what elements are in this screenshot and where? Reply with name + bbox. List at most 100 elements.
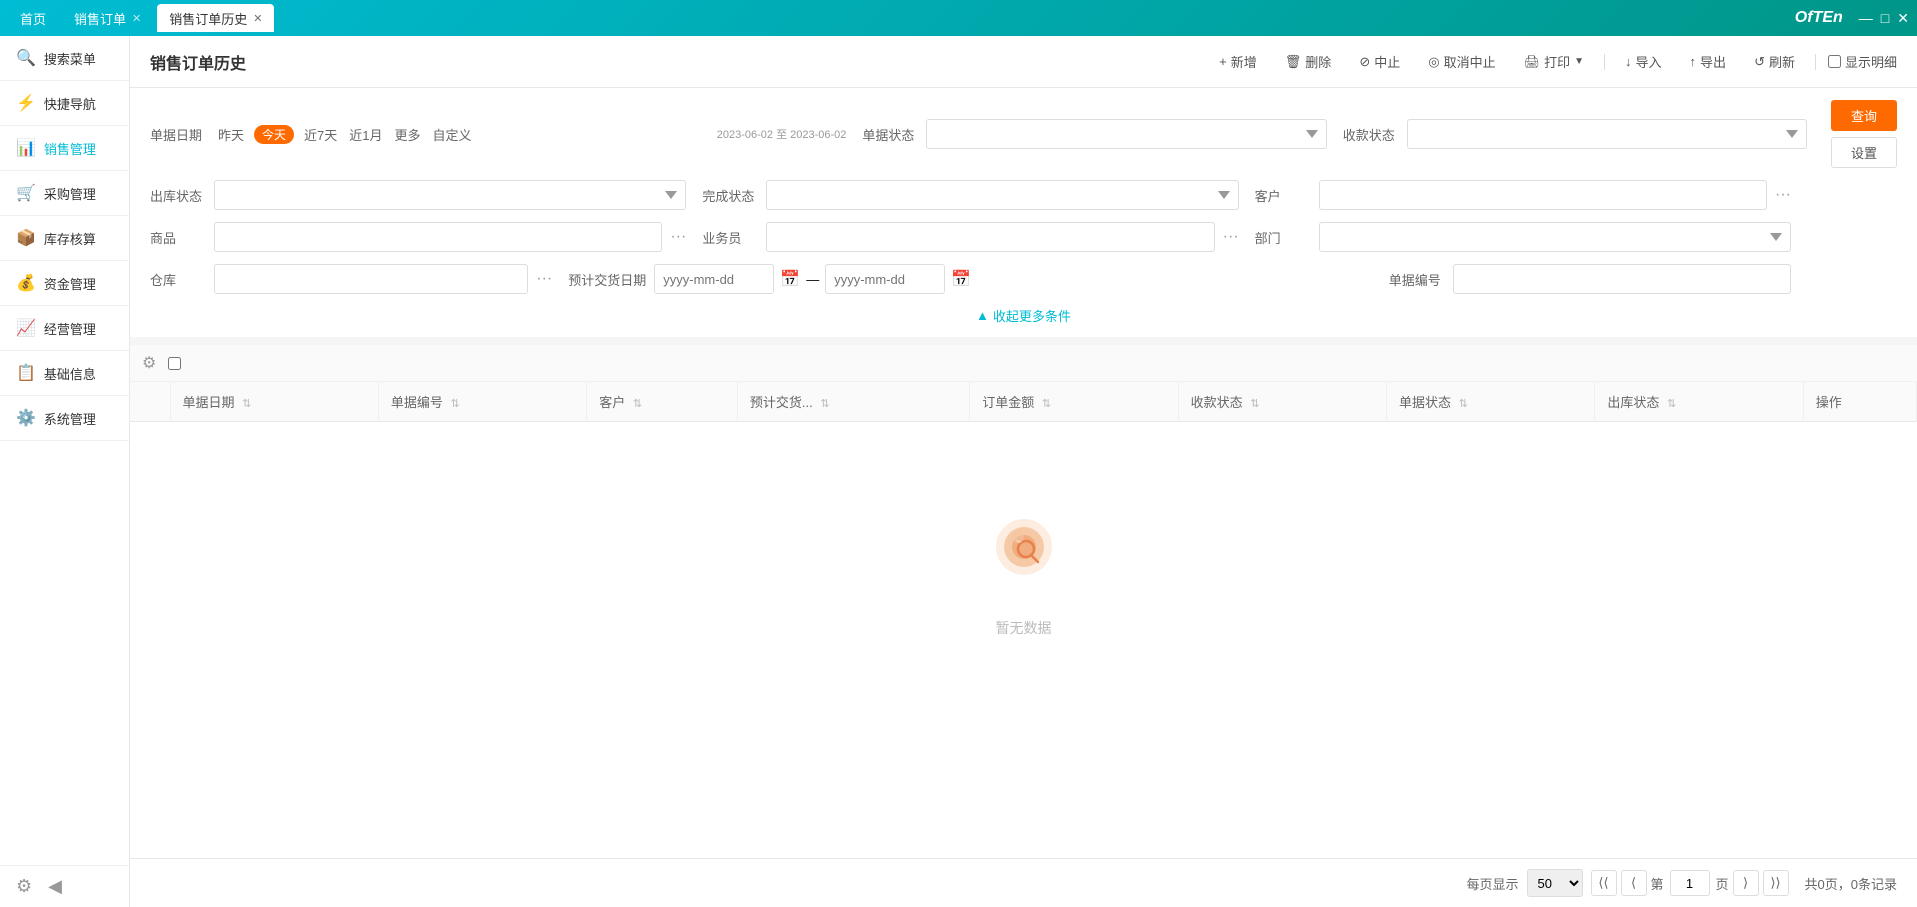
sidebar-collapse-icon[interactable]: ◀ xyxy=(48,876,62,897)
sidebar-item-system-mgmt[interactable]: ⚙️ 系统管理 xyxy=(0,396,129,441)
sidebar-label-finance: 资金管理 xyxy=(44,274,96,293)
page-size-select[interactable]: 10 20 50 100 xyxy=(1527,869,1583,897)
cancel-stop-label: 取消中止 xyxy=(1444,52,1496,71)
sidebar-item-operation[interactable]: 📈 经营管理 xyxy=(0,306,129,351)
date-option-today[interactable]: 今天 xyxy=(254,125,294,144)
system-mgmt-icon: ⚙️ xyxy=(16,408,36,428)
col-order-status[interactable]: 单据状态 ⇅ xyxy=(1386,382,1594,422)
filter-completion-status: 完成状态 xyxy=(702,180,1238,210)
page-prev-btn[interactable]: ⟨ xyxy=(1621,870,1647,896)
col-outbound-status[interactable]: 出库状态 ⇅ xyxy=(1595,382,1803,422)
filter-order-no: 单据编号 xyxy=(1389,264,1791,294)
page-number-input[interactable] xyxy=(1670,870,1710,896)
date-option-custom[interactable]: 自定义 xyxy=(429,124,476,145)
refresh-btn[interactable]: ↺ 刷新 xyxy=(1746,48,1803,75)
completion-status-select[interactable] xyxy=(766,180,1238,210)
tab-sales-order[interactable]: 销售订单 ✕ xyxy=(62,4,153,32)
sidebar-settings-icon[interactable]: ⚙ xyxy=(16,876,32,897)
delivery-date-end[interactable] xyxy=(825,264,945,294)
minimize-btn[interactable]: — xyxy=(1859,10,1873,26)
customer-input[interactable] xyxy=(1319,180,1767,210)
filter-receipt-status: 收款状态 xyxy=(1343,119,1807,149)
sidebar-item-finance[interactable]: 💰 资金管理 xyxy=(0,261,129,306)
show-detail-checkbox[interactable] xyxy=(1828,55,1841,68)
col-amount[interactable]: 订单金额 ⇅ xyxy=(970,382,1178,422)
col-order-no[interactable]: 单据编号 ⇅ xyxy=(378,382,586,422)
outbound-status-select[interactable] xyxy=(214,180,686,210)
table-header-row: 单据日期 ⇅ 单据编号 ⇅ 客户 ⇅ 预计交货... xyxy=(130,382,1917,422)
maximize-btn[interactable]: □ xyxy=(1881,10,1889,26)
order-no-input[interactable] xyxy=(1453,264,1791,294)
table-settings-icon[interactable]: ⚙ xyxy=(142,353,156,373)
col-date[interactable]: 单据日期 ⇅ xyxy=(170,382,378,422)
date-option-1month[interactable]: 近1月 xyxy=(345,124,386,145)
filter-salesman: 业务员 ··· xyxy=(702,222,1238,252)
top-bar: 首页 销售订单 ✕ 销售订单历史 ✕ OfTEn — □ ✕ xyxy=(0,0,1917,36)
date-option-yesterday[interactable]: 昨天 xyxy=(214,124,248,145)
page-nav: ⟨⟨ ⟨ 第 页 ⟩ ⟩⟩ xyxy=(1591,870,1789,896)
close-tab-sales-order[interactable]: ✕ xyxy=(132,12,141,25)
filter-row-3: 商品 ··· 业务员 ··· 部门 xyxy=(150,222,1897,252)
delete-icon: 🗑 xyxy=(1285,54,1302,70)
page-next-btn[interactable]: ⟩ xyxy=(1733,870,1759,896)
warehouse-more-icon[interactable]: ··· xyxy=(536,270,552,288)
top-bar-right: OfTEn — □ ✕ xyxy=(1795,9,1909,27)
outbound-status-label: 出库状态 xyxy=(150,186,206,205)
close-tab-sales-order-history[interactable]: ✕ xyxy=(253,12,262,25)
export-btn[interactable]: ↑ 导出 xyxy=(1682,48,1735,75)
dept-label: 部门 xyxy=(1255,228,1311,247)
receipt-status-select[interactable] xyxy=(1407,119,1807,149)
page-last-btn[interactable]: ⟩⟩ xyxy=(1763,870,1789,896)
cancel-stop-btn[interactable]: ◎ 取消中止 xyxy=(1420,48,1503,75)
sidebar-label-operation: 经营管理 xyxy=(44,319,96,338)
tab-home[interactable]: 首页 xyxy=(8,4,58,32)
calendar-icon-end[interactable]: 📅 xyxy=(951,269,971,289)
sidebar-item-purchase-mgmt[interactable]: 🛒 采购管理 xyxy=(0,171,129,216)
page-first-btn[interactable]: ⟨⟨ xyxy=(1591,870,1617,896)
warehouse-input[interactable] xyxy=(214,264,528,294)
select-all-checkbox[interactable] xyxy=(168,357,181,370)
sidebar-item-search-menu[interactable]: 🔍 搜索菜单 xyxy=(0,36,129,81)
sidebar-label-system-mgmt: 系统管理 xyxy=(44,409,96,428)
sidebar-item-sales-mgmt[interactable]: 📊 销售管理 xyxy=(0,126,129,171)
refresh-label: 刷新 xyxy=(1769,52,1795,71)
product-input[interactable] xyxy=(214,222,662,252)
sidebar-item-quick-nav[interactable]: ⚡ 快捷导航 xyxy=(0,81,129,126)
new-icon: + xyxy=(1219,54,1227,69)
calendar-icon-start[interactable]: 📅 xyxy=(780,269,800,289)
filter-warehouse: 仓库 ··· xyxy=(150,264,552,294)
import-btn[interactable]: ↓ 导入 xyxy=(1617,48,1670,75)
product-more-icon[interactable]: ··· xyxy=(670,228,686,246)
print-btn[interactable]: 🖨 打印 ▼ xyxy=(1516,48,1592,75)
quick-nav-icon: ⚡ xyxy=(16,93,36,113)
page-size-label: 每页显示 xyxy=(1466,874,1518,893)
delivery-date-start[interactable] xyxy=(654,264,774,294)
date-option-7days[interactable]: 近7天 xyxy=(300,124,341,145)
date-option-more[interactable]: 更多 xyxy=(391,124,425,145)
filter-order-status: 单据状态 xyxy=(862,119,1326,149)
customer-more-icon[interactable]: ··· xyxy=(1775,186,1791,204)
stop-btn[interactable]: ⊘ 中止 xyxy=(1351,48,1408,75)
delivery-date-range: 📅 — 📅 xyxy=(654,264,971,294)
completion-status-label: 完成状态 xyxy=(702,186,758,205)
collapse-btn[interactable]: ▲ 收起更多条件 xyxy=(150,306,1897,325)
salesman-input[interactable] xyxy=(766,222,1214,252)
new-btn[interactable]: + 新增 xyxy=(1211,48,1265,75)
col-receipt-status[interactable]: 收款状态 ⇅ xyxy=(1178,382,1386,422)
delete-btn[interactable]: 🗑 删除 xyxy=(1277,48,1340,75)
show-detail-toggle[interactable]: 显示明细 xyxy=(1828,52,1897,71)
order-status-select[interactable] xyxy=(926,119,1326,149)
salesman-more-icon[interactable]: ··· xyxy=(1223,228,1239,246)
sidebar-item-inventory[interactable]: 📦 库存核算 xyxy=(0,216,129,261)
sidebar-label-inventory: 库存核算 xyxy=(44,229,96,248)
sidebar-item-basic-info[interactable]: 📋 基础信息 xyxy=(0,351,129,396)
query-btn[interactable]: 查询 xyxy=(1831,100,1897,131)
dept-select[interactable] xyxy=(1319,222,1791,252)
close-window-btn[interactable]: ✕ xyxy=(1897,10,1909,27)
col-customer[interactable]: 客户 ⇅ xyxy=(587,382,738,422)
print-label: 打印 xyxy=(1544,52,1570,71)
refresh-icon: ↺ xyxy=(1754,54,1765,70)
tab-sales-order-history[interactable]: 销售订单历史 ✕ xyxy=(157,4,274,32)
settings-btn[interactable]: 设置 xyxy=(1831,137,1897,168)
col-delivery-date[interactable]: 预计交货... ⇅ xyxy=(737,382,969,422)
